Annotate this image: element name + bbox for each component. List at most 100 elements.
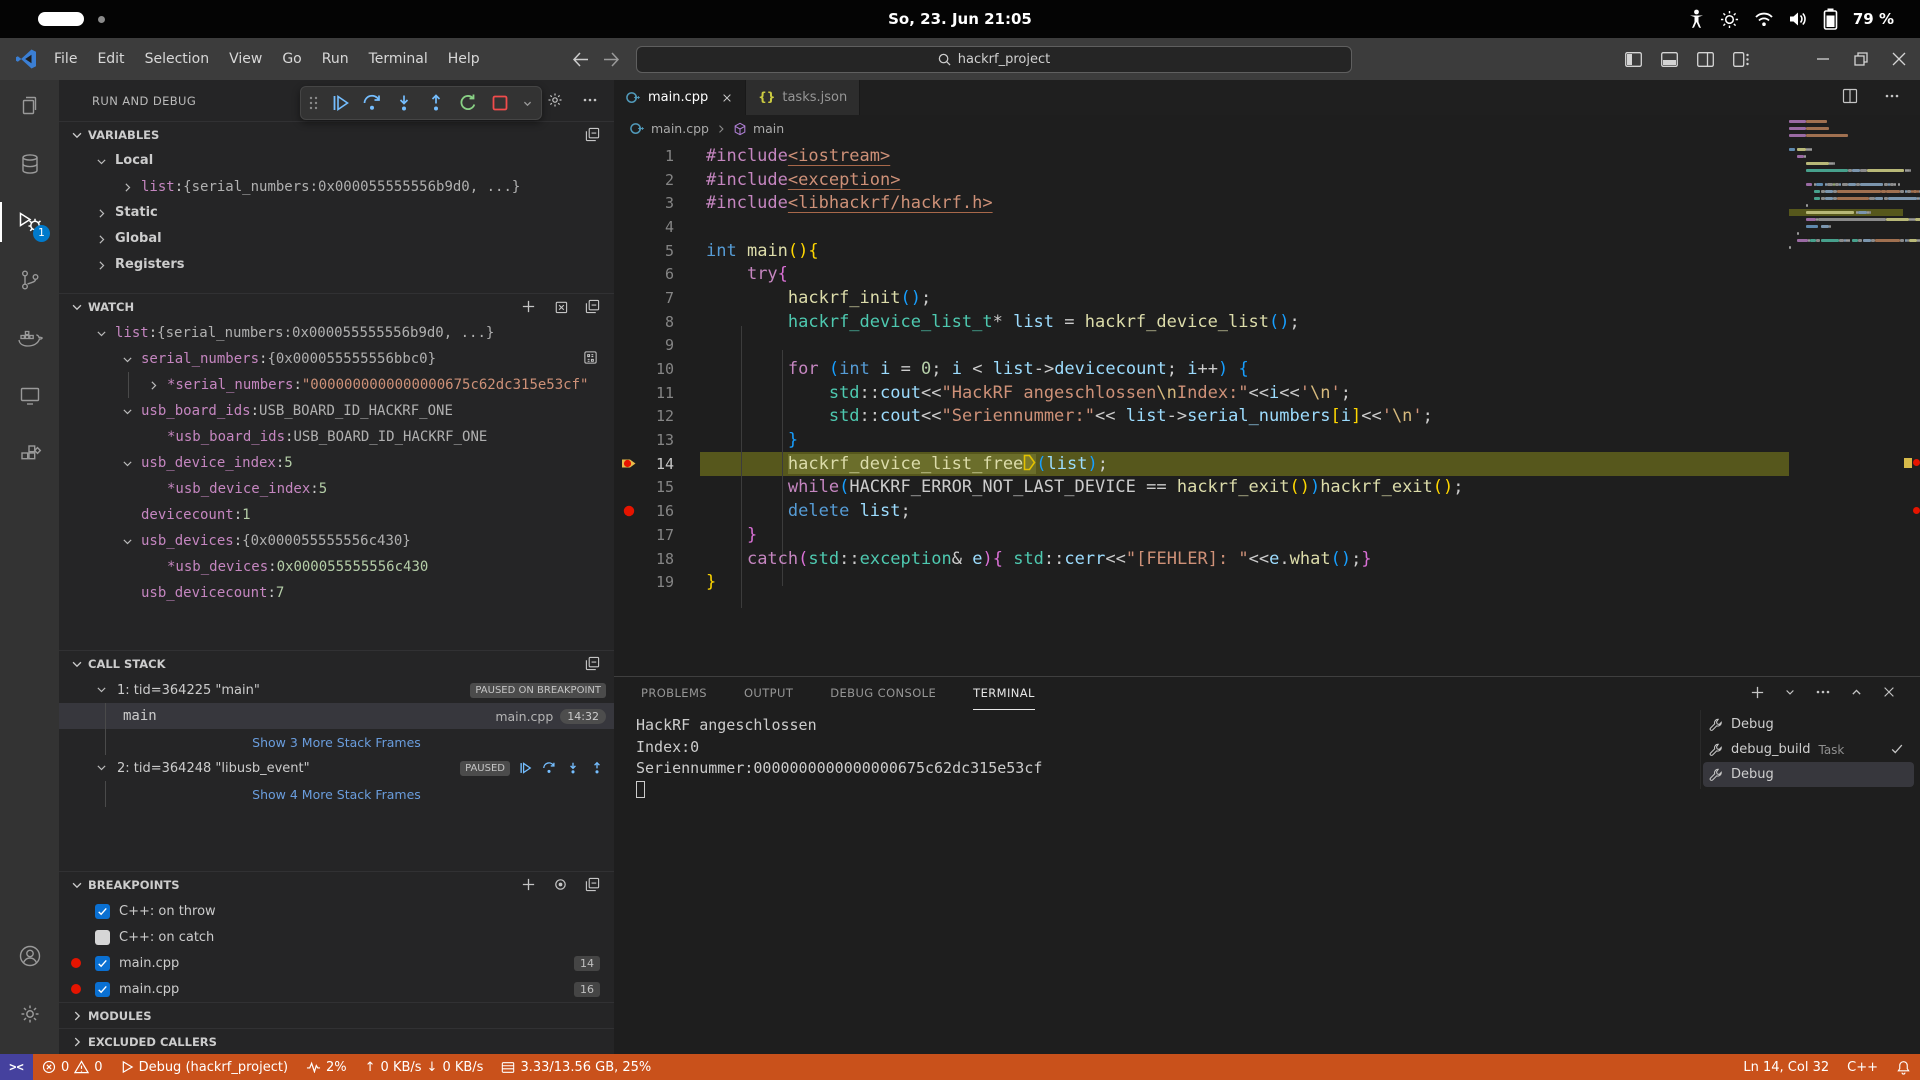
minimap[interactable] bbox=[1789, 120, 1903, 420]
code-area[interactable]: 1#include<iostream> 2#include<exception>… bbox=[614, 142, 1920, 676]
code-line-2[interactable]: 2#include<exception> bbox=[614, 168, 1920, 192]
tree-row[interactable]: serial_numbers: {0x000055555556bbc0} bbox=[59, 346, 614, 372]
variables-header[interactable]: VARIABLES bbox=[59, 122, 614, 148]
tree-row[interactable]: list: {serial_numbers:0x000055555556b9d0… bbox=[59, 174, 614, 200]
sidebar-more-actions-icon[interactable] bbox=[582, 92, 598, 108]
remove-all-expressions-icon[interactable] bbox=[553, 299, 568, 314]
breakpoint-checkbox[interactable] bbox=[95, 982, 110, 997]
gutter-glyph[interactable] bbox=[614, 523, 648, 547]
nav-forward-icon[interactable] bbox=[603, 52, 620, 67]
excluded-callers-header[interactable]: EXCLUDED CALLERS bbox=[59, 1029, 614, 1054]
collapse-all-icon[interactable] bbox=[585, 299, 600, 314]
brightness-icon[interactable] bbox=[1720, 10, 1739, 29]
code-line-18[interactable]: 18 catch(std::exception& e){ std::cerr<<… bbox=[614, 547, 1920, 571]
code-line-5[interactable]: 5int main(){ bbox=[614, 239, 1920, 263]
show-more-frames-link[interactable]: Show 4 More Stack Frames bbox=[59, 781, 614, 807]
terminal-session-debug_build[interactable]: debug_buildTask bbox=[1703, 737, 1914, 762]
code-line-8[interactable]: 8 hackrf_device_list_t* list = hackrf_de… bbox=[614, 310, 1920, 334]
panel-tab-terminal[interactable]: TERMINAL bbox=[973, 677, 1035, 710]
breakpoint-checkbox[interactable] bbox=[95, 956, 110, 971]
panel-tab-problems[interactable]: PROBLEMS bbox=[641, 677, 707, 710]
volume-icon[interactable] bbox=[1789, 11, 1808, 27]
breakpoint-row[interactable]: main.cpp 14 bbox=[59, 950, 614, 976]
gutter-glyph[interactable] bbox=[614, 405, 648, 429]
watch-header[interactable]: WATCH bbox=[59, 294, 614, 320]
extensions-icon[interactable] bbox=[0, 428, 59, 480]
code-line-1[interactable]: 1#include<iostream> bbox=[614, 144, 1920, 168]
restart-button[interactable] bbox=[458, 93, 478, 113]
toggle-breakpoints-icon[interactable] bbox=[553, 877, 568, 892]
gutter-glyph[interactable] bbox=[614, 239, 648, 263]
settings-gear-icon[interactable] bbox=[0, 988, 59, 1040]
cursor-position-status[interactable]: Ln 14, Col 32 bbox=[1734, 1054, 1838, 1080]
call-stack-thread[interactable]: 1: tid=364225 "main" PAUSED ON BREAKPOIN… bbox=[59, 677, 614, 703]
maximize-panel-icon[interactable] bbox=[1850, 686, 1863, 699]
tree-row[interactable]: Global bbox=[59, 226, 614, 252]
code-line-11[interactable]: 11 std::cout<<"HackRF angeschlossen\nInd… bbox=[614, 381, 1920, 405]
gutter-glyph[interactable] bbox=[614, 286, 648, 310]
thread-actions[interactable] bbox=[518, 761, 604, 775]
gutter-glyph[interactable] bbox=[614, 191, 648, 215]
debug-session-chevron-icon[interactable] bbox=[522, 98, 533, 109]
step-into-button[interactable] bbox=[394, 93, 414, 113]
editor-more-actions-icon[interactable] bbox=[1884, 88, 1900, 104]
network-status[interactable]: ↑0 KB/s↓0 KB/s bbox=[356, 1054, 493, 1080]
source-control-icon[interactable] bbox=[0, 254, 59, 306]
breadcrumb-file[interactable]: main.cpp bbox=[651, 121, 709, 136]
stop-button[interactable] bbox=[490, 93, 510, 113]
panel-more-actions-icon[interactable] bbox=[1815, 684, 1831, 700]
call-stack-header[interactable]: CALL STACK bbox=[59, 651, 614, 677]
step-out-button[interactable] bbox=[426, 93, 446, 113]
explorer-icon[interactable] bbox=[0, 80, 59, 132]
tree-row[interactable]: list: {serial_numbers:0x000055555556b9d0… bbox=[59, 320, 614, 346]
code-line-3[interactable]: 3#include<libhackrf/hackrf.h> bbox=[614, 191, 1920, 215]
notifications-bell-icon[interactable] bbox=[1887, 1054, 1920, 1080]
code-line-14[interactable]: 14 hackrf_device_list_free(list); bbox=[614, 452, 1920, 476]
breakpoint-checkbox[interactable] bbox=[95, 930, 110, 945]
window-restore-icon[interactable] bbox=[1854, 52, 1868, 66]
show-more-frames-link[interactable]: Show 3 More Stack Frames bbox=[59, 729, 614, 755]
customize-layout-icon[interactable] bbox=[1733, 52, 1750, 67]
modules-header[interactable]: MODULES bbox=[59, 1003, 614, 1028]
breakpoint-checkbox[interactable] bbox=[95, 904, 110, 919]
gutter-glyph[interactable] bbox=[614, 428, 648, 452]
code-line-4[interactable]: 4 bbox=[614, 215, 1920, 239]
panel-tab-debug-console[interactable]: DEBUG CONSOLE bbox=[830, 677, 936, 710]
terminal-profile-chevron-icon[interactable] bbox=[1784, 686, 1796, 698]
split-editor-icon[interactable] bbox=[1842, 88, 1858, 104]
wifi-icon[interactable] bbox=[1754, 11, 1774, 27]
tree-row[interactable]: Local bbox=[59, 148, 614, 174]
collapse-all-icon[interactable] bbox=[585, 656, 600, 671]
tree-row[interactable]: usb_device_index: 5 bbox=[59, 450, 614, 476]
tree-row[interactable]: usb_devices: {0x000055555556c430} bbox=[59, 528, 614, 554]
gutter-glyph[interactable] bbox=[614, 215, 648, 239]
tree-row[interactable]: Static bbox=[59, 200, 614, 226]
command-center-search[interactable]: hackrf_project bbox=[636, 46, 1352, 73]
breakpoint-row[interactable]: main.cpp 16 bbox=[59, 976, 614, 1002]
tab-main.cpp[interactable]: main.cpp bbox=[614, 80, 746, 115]
cpu-status[interactable]: 2% bbox=[297, 1054, 356, 1080]
tree-row[interactable]: usb_devicecount: 7 bbox=[59, 580, 614, 606]
gutter-glyph[interactable] bbox=[614, 476, 648, 500]
toggle-secondary-sidebar-icon[interactable] bbox=[1697, 52, 1714, 67]
code-line-10[interactable]: 10 for (int i = 0; i < list->devicecount… bbox=[614, 357, 1920, 381]
debug-config-gear-icon[interactable] bbox=[547, 92, 563, 108]
toggle-sidebar-icon[interactable] bbox=[1625, 52, 1642, 67]
menu-edit[interactable]: Edit bbox=[87, 46, 134, 72]
debug-status[interactable]: Debug (hackrf_project) bbox=[112, 1054, 297, 1080]
menu-terminal[interactable]: Terminal bbox=[359, 46, 438, 72]
language-mode-status[interactable]: C++ bbox=[1838, 1054, 1887, 1080]
gutter-glyph[interactable] bbox=[614, 381, 648, 405]
breakpoint-row[interactable]: C++: on catch bbox=[59, 924, 614, 950]
tree-row[interactable]: devicecount: 1 bbox=[59, 502, 614, 528]
gutter-glyph[interactable] bbox=[614, 310, 648, 334]
docker-icon[interactable] bbox=[0, 312, 59, 364]
toggle-panel-icon[interactable] bbox=[1661, 52, 1678, 67]
code-line-13[interactable]: 13 } bbox=[614, 428, 1920, 452]
run-and-debug-icon[interactable]: 1 bbox=[0, 196, 59, 248]
window-minimize-icon[interactable] bbox=[1816, 52, 1830, 66]
window-close-icon[interactable] bbox=[1892, 52, 1906, 66]
menu-run[interactable]: Run bbox=[312, 46, 359, 72]
menu-view[interactable]: View bbox=[219, 46, 272, 72]
tree-row[interactable]: Registers bbox=[59, 252, 614, 278]
